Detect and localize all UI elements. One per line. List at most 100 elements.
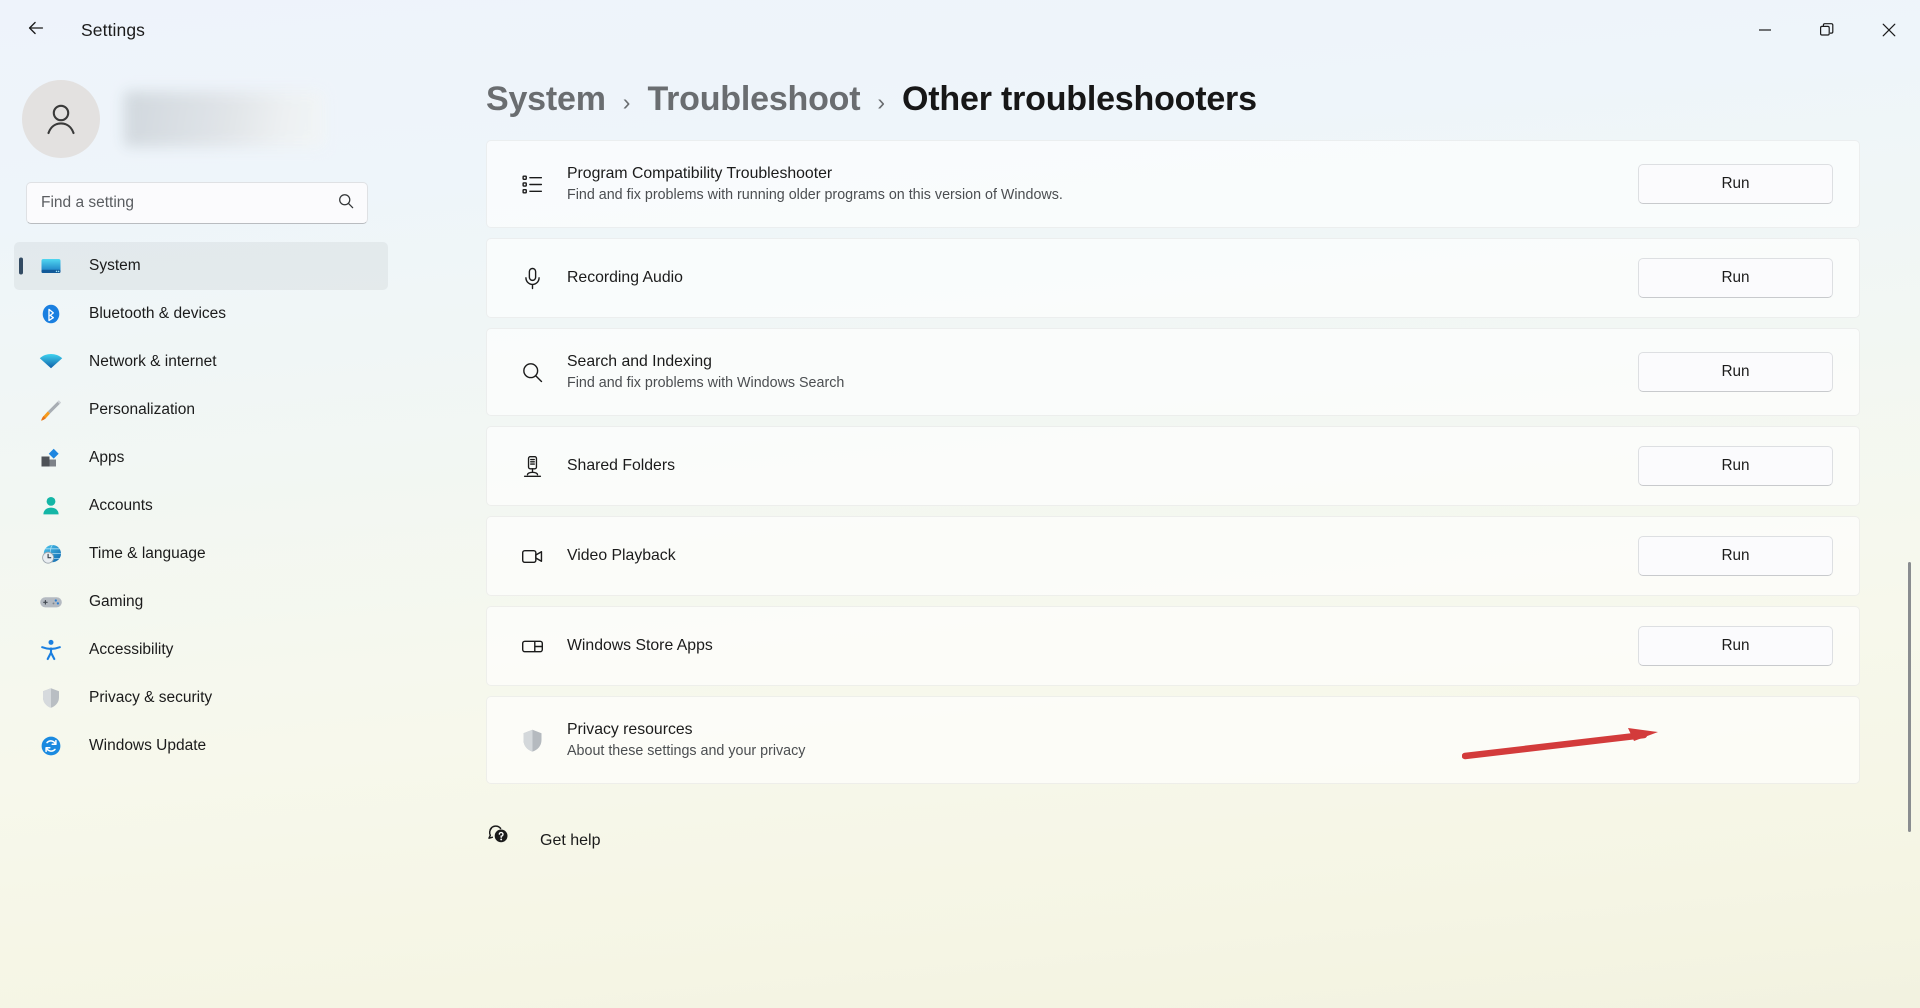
avatar [22, 80, 100, 158]
sidebar-item-time-language[interactable]: Time & language [14, 530, 388, 578]
back-arrow-icon [25, 17, 47, 44]
search-icon [337, 192, 355, 215]
video-camera-icon [515, 544, 549, 569]
monitor-icon [38, 253, 64, 279]
sidebar-item-label: Privacy & security [89, 689, 213, 706]
run-button[interactable]: Run [1638, 258, 1833, 298]
sidebar-item-accessibility[interactable]: Accessibility [14, 626, 388, 674]
get-help-label: Get help [540, 831, 601, 849]
server-share-icon [515, 454, 549, 479]
run-button[interactable]: Run [1638, 164, 1833, 204]
troubleshooter-text: Program Compatibility Troubleshooter Fin… [567, 163, 1638, 206]
troubleshooter-title: Program Compatibility Troubleshooter [567, 164, 833, 182]
close-button[interactable] [1858, 0, 1920, 60]
account-icon [38, 493, 64, 519]
restore-button[interactable] [1796, 0, 1858, 60]
troubleshooter-title: Shared Folders [567, 457, 676, 475]
sidebar-item-windows-update[interactable]: Windows Update [14, 722, 388, 770]
accessibility-icon [38, 637, 64, 663]
sidebar-item-label: System [89, 257, 141, 274]
sidebar-item-label: Accounts [89, 497, 153, 514]
troubleshooter-text: Shared Folders [567, 455, 1638, 476]
shield-gray-icon [515, 727, 549, 754]
sidebar-item-label: Network & internet [89, 353, 217, 370]
bluetooth-icon [38, 301, 64, 327]
chevron-right-icon: › [622, 89, 631, 115]
microphone-icon [515, 266, 549, 291]
sidebar-item-label: Windows Update [89, 737, 207, 754]
breadcrumb-item-system[interactable]: System [486, 80, 606, 119]
search-input[interactable] [41, 194, 337, 212]
vertical-scrollbar[interactable] [1902, 175, 1916, 948]
sidebar-item-network-internet[interactable]: Network & internet [14, 338, 388, 386]
title-bar: Settings [0, 0, 1920, 60]
run-button[interactable]: Run [1638, 626, 1833, 666]
back-button[interactable] [14, 12, 58, 48]
sidebar-item-label: Personalization [89, 401, 195, 418]
minimize-button[interactable] [1734, 0, 1796, 60]
troubleshooter-description: Find and fix problems with Windows Searc… [567, 375, 845, 391]
get-help-link[interactable]: Get help [400, 794, 600, 857]
scrollbar-track[interactable] [1907, 175, 1911, 948]
close-icon [1882, 23, 1896, 37]
sidebar-item-label: Accessibility [89, 641, 174, 658]
restore-icon [1820, 23, 1834, 36]
gamepad-icon [38, 589, 64, 615]
troubleshooter-text: Recording Audio [567, 267, 1638, 288]
sidebar: System Bluetooth & devices Network & int… [0, 60, 400, 1008]
sidebar-item-accounts[interactable]: Accounts [14, 482, 388, 530]
privacy-resources-description: About these settings and your privacy [567, 743, 806, 759]
troubleshooter-title: Search and Indexing [567, 352, 712, 370]
privacy-resources-title: Privacy resources [567, 720, 693, 738]
sidebar-item-label: Time & language [89, 545, 206, 562]
breadcrumb-item-troubleshoot[interactable]: Troubleshoot [647, 80, 860, 119]
troubleshooter-text: Search and Indexing Find and fix problem… [567, 351, 1638, 394]
troubleshooter-description: Find and fix problems with running older… [567, 187, 1063, 203]
chevron-right-icon: › [877, 89, 886, 115]
breadcrumb: System › Troubleshoot › Other troublesho… [400, 60, 1920, 140]
wifi-icon [38, 349, 64, 375]
clock-globe-icon [38, 541, 64, 567]
scrollbar-thumb[interactable] [1907, 561, 1911, 832]
app-title: Settings [81, 19, 146, 40]
search-icon [515, 360, 549, 385]
sidebar-item-label: Gaming [89, 593, 144, 610]
troubleshooter-row: Shared Folders Run [486, 426, 1860, 506]
help-question-bubble-icon [486, 824, 514, 857]
troubleshooter-title: Windows Store Apps [567, 637, 713, 655]
minimize-icon [1759, 29, 1771, 31]
troubleshooter-list: Program Compatibility Troubleshooter Fin… [400, 140, 1860, 784]
troubleshooter-row: Video Playback Run [486, 516, 1860, 596]
window-controls [1734, 0, 1920, 60]
main-content: System › Troubleshoot › Other troublesho… [400, 60, 1920, 1008]
sidebar-item-label: Apps [89, 449, 125, 466]
sidebar-item-apps[interactable]: Apps [14, 434, 388, 482]
troubleshooter-row: Recording Audio Run [486, 238, 1860, 318]
search-box[interactable] [26, 182, 368, 224]
run-button[interactable]: Run [1638, 446, 1833, 486]
troubleshooter-title: Video Playback [567, 547, 676, 565]
paintbrush-icon [38, 397, 64, 423]
troubleshooter-text: Windows Store Apps [567, 635, 1638, 656]
apps-icon [38, 445, 64, 471]
store-window-icon [515, 634, 549, 659]
privacy-resources-row[interactable]: Privacy resources About these settings a… [486, 696, 1860, 784]
sidebar-item-gaming[interactable]: Gaming [14, 578, 388, 626]
sidebar-item-label: Bluetooth & devices [89, 305, 227, 322]
sidebar-item-privacy-security[interactable]: Privacy & security [14, 674, 388, 722]
troubleshooter-row: Search and Indexing Find and fix problem… [486, 328, 1860, 416]
account-name-redacted [124, 91, 324, 147]
account-profile[interactable] [0, 60, 400, 160]
troubleshooter-text: Video Playback [567, 545, 1638, 566]
run-button[interactable]: Run [1638, 536, 1833, 576]
sidebar-nav: System Bluetooth & devices Network & int… [0, 242, 400, 770]
person-avatar-icon [47, 104, 75, 135]
run-button[interactable]: Run [1638, 352, 1833, 392]
sidebar-item-system[interactable]: System [14, 242, 388, 290]
sidebar-item-bluetooth-devices[interactable]: Bluetooth & devices [14, 290, 388, 338]
breadcrumb-item-current: Other troubleshooters [902, 80, 1257, 118]
shield-icon [38, 685, 64, 711]
sidebar-item-personalization[interactable]: Personalization [14, 386, 388, 434]
list-bullets-icon [515, 172, 549, 197]
troubleshooter-row: Windows Store Apps Run [486, 606, 1860, 686]
